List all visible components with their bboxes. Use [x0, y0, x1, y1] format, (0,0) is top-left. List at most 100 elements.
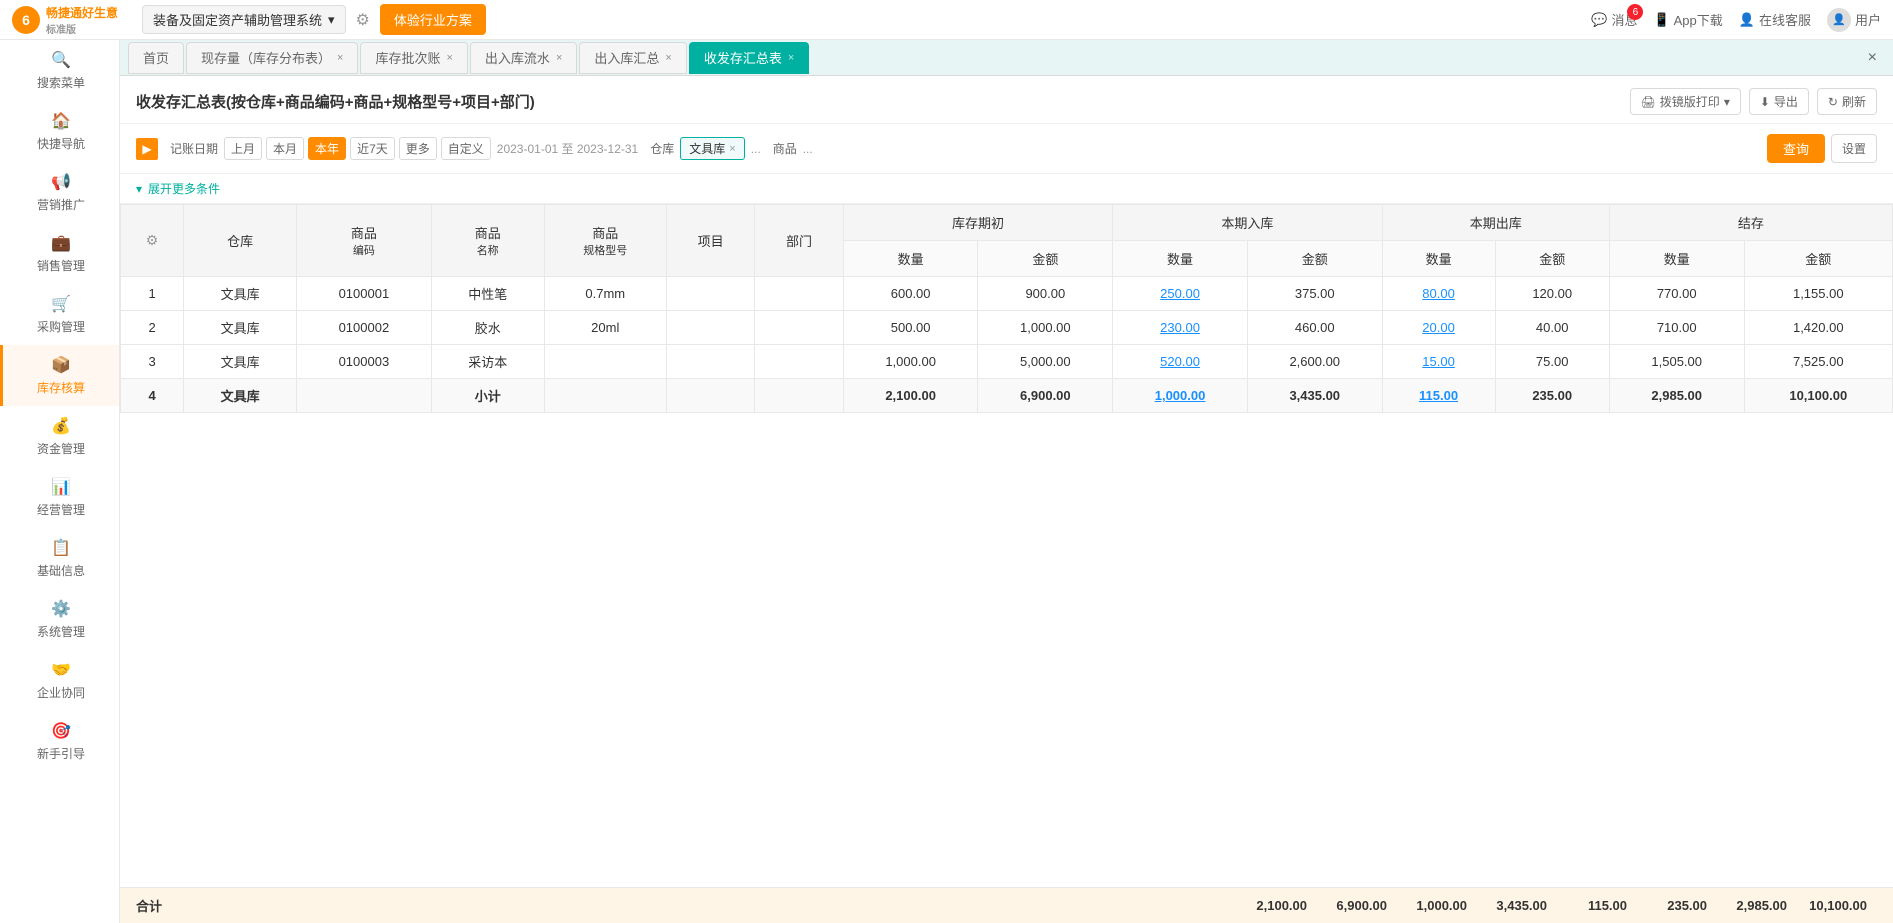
tab-inventory-dist-label: 现存量（库存分布表） [201, 48, 331, 67]
try-button[interactable]: 体验行业方案 [380, 4, 486, 35]
table-gear-icon[interactable]: ⚙ [146, 232, 159, 248]
sidebar-item-quick-nav[interactable]: 🏠 快捷导航 [0, 101, 119, 162]
system-selector[interactable]: 装备及固定资产辅助管理系统 ▾ [142, 5, 346, 34]
row2-department [755, 311, 843, 345]
row3-out-qty[interactable]: 15.00 [1382, 345, 1495, 379]
query-button[interactable]: 查询 [1767, 134, 1825, 163]
total-out-qty: 115.00 [1557, 898, 1637, 913]
row1-code: 0100001 [297, 277, 432, 311]
row1-warehouse: 文具库 [184, 277, 297, 311]
sidebar-item-sales[interactable]: 💼 销售管理 [0, 223, 119, 284]
date-btn-7days[interactable]: 近7天 [350, 137, 395, 160]
date-btn-this-month[interactable]: 本月 [266, 137, 304, 160]
message-item[interactable]: 💬 消息 6 [1591, 10, 1637, 29]
export-button[interactable]: ⬇ 导出 [1749, 88, 1809, 115]
sidebar-item-system[interactable]: ⚙️ 系统管理 [0, 589, 119, 650]
top-bar-left: 6 畅捷通好生意 标准版 装备及固定资产辅助管理系统 ▾ ⚙ 体验行业方案 [12, 4, 486, 36]
settings-button[interactable]: 设置 [1831, 134, 1877, 163]
row4-spec [544, 379, 666, 413]
table-container: ⚙ 仓库 商品编码 商品名称 商品规格型号 项目 部门 库存期初 本期入库 本期… [120, 204, 1893, 887]
app-download-item[interactable]: 📱 App下载 [1653, 10, 1722, 29]
sidebar-item-operation[interactable]: 📊 经营管理 [0, 467, 119, 528]
goods-more[interactable]: ... [803, 142, 813, 156]
row2-in-qty[interactable]: 230.00 [1113, 311, 1248, 345]
row4-out-qty[interactable]: 115.00 [1382, 379, 1495, 413]
row2-out-qty[interactable]: 20.00 [1382, 311, 1495, 345]
print-label: 拨镜版打印 [1660, 93, 1720, 110]
sidebar-item-finance[interactable]: 💰 资金管理 [0, 406, 119, 467]
row4-in-qty[interactable]: 1,000.00 [1113, 379, 1248, 413]
tab-inout-summary-close[interactable]: × [665, 52, 671, 64]
row3-in-amt: 2,600.00 [1247, 345, 1382, 379]
table-row: 2 文具库 0100002 胶水 20ml 500.00 1,000.00 23… [121, 311, 1893, 345]
row2-in-amt: 460.00 [1247, 311, 1382, 345]
tab-inout-summary[interactable]: 出入库汇总 × [579, 42, 686, 74]
tab-batch-ledger-close[interactable]: × [446, 52, 452, 64]
goods-filter-group: 商品 ... [773, 140, 813, 157]
row1-in-qty[interactable]: 250.00 [1113, 277, 1248, 311]
tab-inout-flow-close[interactable]: × [556, 52, 562, 64]
row4-out-qty-link[interactable]: 115.00 [1419, 388, 1458, 403]
col-opening-amt: 金额 [978, 241, 1113, 277]
sidebar-item-inventory[interactable]: 📦 库存核算 [0, 345, 119, 406]
row2-out-amt: 40.00 [1495, 311, 1609, 345]
row2-opening-amt: 1,000.00 [978, 311, 1113, 345]
col-opening: 库存期初 [843, 205, 1112, 241]
row3-out-qty-link[interactable]: 15.00 [1422, 354, 1455, 369]
warehouse-tag-close[interactable]: × [729, 143, 735, 155]
row1-opening-qty: 600.00 [843, 277, 978, 311]
sidebar-item-newbie[interactable]: 🎯 新手引导 [0, 711, 119, 772]
tab-receive-summary-close[interactable]: × [788, 52, 794, 64]
tab-home[interactable]: 首页 [128, 42, 184, 74]
date-btn-this-year[interactable]: 本年 [308, 137, 346, 160]
tab-batch-ledger[interactable]: 库存批次账 × [360, 42, 467, 74]
row2-spec: 20ml [544, 311, 666, 345]
print-icon: 🖨 [1641, 95, 1656, 109]
row3-in-qty-link[interactable]: 520.00 [1160, 354, 1200, 369]
sidebar-label-purchase: 采购管理 [37, 318, 85, 335]
row2-out-qty-link[interactable]: 20.00 [1422, 320, 1455, 335]
warehouse-more[interactable]: ... [751, 142, 761, 156]
date-btn-custom[interactable]: 自定义 [441, 137, 491, 160]
row4-in-qty-link[interactable]: 1,000.00 [1155, 388, 1206, 403]
row2-in-qty-link[interactable]: 230.00 [1160, 320, 1200, 335]
sidebar-item-marketing[interactable]: 📢 营销推广 [0, 162, 119, 223]
page-header: 收发存汇总表(按仓库+商品编码+商品+规格型号+项目+部门) 🖨 拨镜版打印 ▾… [120, 76, 1893, 124]
row3-in-qty[interactable]: 520.00 [1113, 345, 1248, 379]
sidebar-item-search[interactable]: 🔍 搜索菜单 [0, 40, 119, 101]
user-avatar: 👤 [1827, 8, 1851, 32]
tab-inventory-dist[interactable]: 现存量（库存分布表） × [186, 42, 358, 74]
print-button[interactable]: 🖨 拨镜版打印 ▾ [1630, 88, 1741, 115]
row1-balance-qty: 770.00 [1609, 277, 1744, 311]
col-out: 本期出库 [1382, 205, 1609, 241]
filter-toggle[interactable]: ▶ [136, 138, 158, 160]
row3-opening-qty: 1,000.00 [843, 345, 978, 379]
date-btn-last-month[interactable]: 上月 [224, 137, 262, 160]
newbie-icon: 🎯 [51, 721, 71, 741]
sidebar-item-purchase[interactable]: 🛒 采购管理 [0, 284, 119, 345]
row1-in-qty-link[interactable]: 250.00 [1160, 286, 1200, 301]
expand-icon: ▾ [136, 182, 142, 196]
tab-receive-summary[interactable]: 收发存汇总表 × [689, 42, 809, 74]
sidebar-item-basic[interactable]: 📋 基础信息 [0, 528, 119, 589]
logo-area: 6 畅捷通好生意 标准版 [12, 4, 132, 36]
sidebar-item-cooperation[interactable]: 🤝 企业协同 [0, 650, 119, 711]
refresh-button[interactable]: ↻ 刷新 [1817, 88, 1877, 115]
date-btn-more[interactable]: 更多 [399, 137, 437, 160]
online-service-label: 在线客服 [1759, 10, 1811, 29]
row2-balance-qty: 710.00 [1609, 311, 1744, 345]
online-service-item[interactable]: 👤 在线客服 [1739, 10, 1811, 29]
row4-opening-amt: 6,900.00 [978, 379, 1113, 413]
gear-icon[interactable]: ⚙ [356, 10, 370, 30]
operation-icon: 📊 [51, 477, 71, 497]
user-item[interactable]: 👤 用户 [1827, 8, 1881, 32]
filter-actions: 查询 设置 [1767, 134, 1877, 163]
expand-bar[interactable]: ▾ 展开更多条件 [120, 174, 1893, 204]
row1-out-qty-link[interactable]: 80.00 [1422, 286, 1455, 301]
tab-home-label: 首页 [143, 48, 169, 67]
row4-name: 小计 [431, 379, 544, 413]
tab-inout-flow[interactable]: 出入库流水 × [470, 42, 577, 74]
tab-inventory-dist-close[interactable]: × [337, 52, 343, 64]
row1-out-qty[interactable]: 80.00 [1382, 277, 1495, 311]
tab-bar-close[interactable]: × [1860, 49, 1885, 67]
